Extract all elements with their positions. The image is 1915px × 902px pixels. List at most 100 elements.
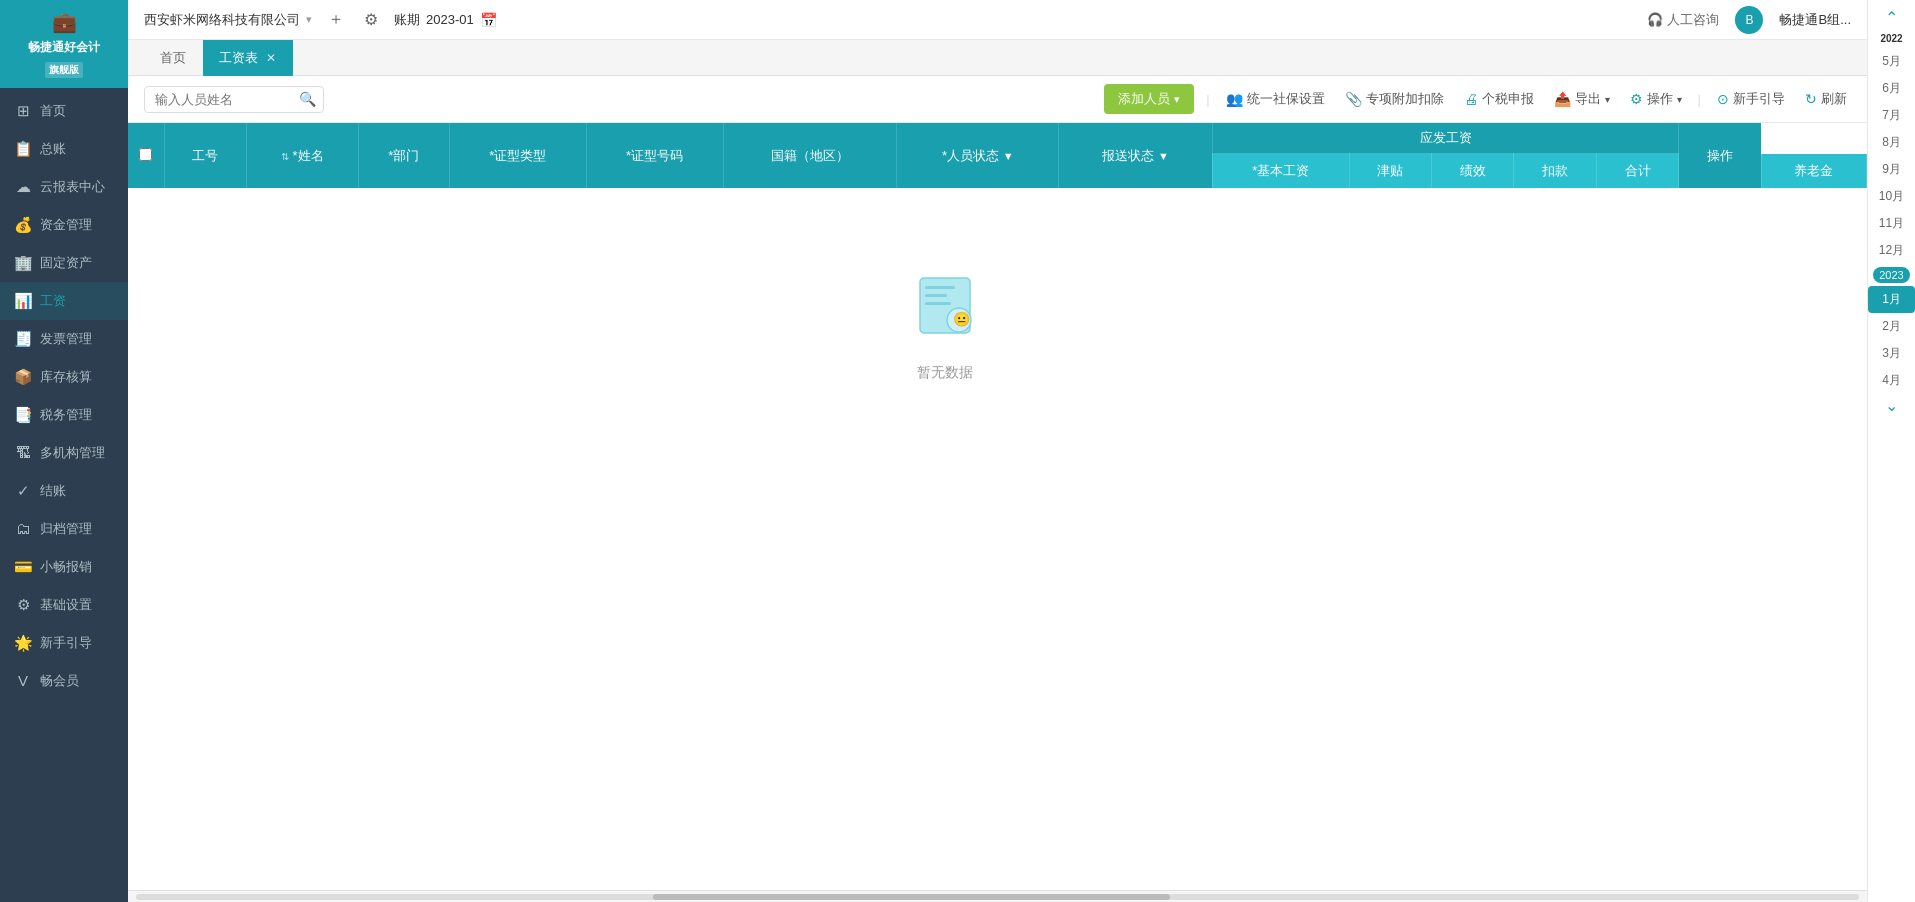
- th-base-salary: *基本工资: [1212, 154, 1349, 189]
- scrollbar-thumb[interactable]: [653, 894, 1170, 900]
- sidebar-item-ledger[interactable]: 📋 总账: [0, 130, 128, 168]
- archive-icon: 🗂: [14, 520, 32, 537]
- service-button[interactable]: 🎧 人工咨询: [1647, 11, 1719, 29]
- scrollbar-track[interactable]: [136, 894, 1859, 900]
- th-operations: 操作: [1679, 123, 1761, 188]
- period-value: 2023-01: [426, 12, 474, 27]
- th-id-no: *证型号码: [586, 123, 723, 188]
- refresh-label: 刷新: [1821, 90, 1847, 108]
- service-label: 人工咨询: [1667, 11, 1719, 29]
- sidebar-item-cloud-report[interactable]: ☁ 云报表中心: [0, 168, 128, 206]
- user-name[interactable]: 畅捷通B组...: [1779, 11, 1851, 29]
- month-2023-02[interactable]: 2月: [1868, 313, 1915, 340]
- export-button[interactable]: 📤 导出 ▾: [1550, 90, 1614, 108]
- month-2022-12[interactable]: 12月: [1868, 237, 1915, 264]
- guide-toolbar-icon: ⊙: [1717, 91, 1729, 107]
- separator-1: |: [1206, 92, 1209, 107]
- sidebar-item-inventory[interactable]: 📦 库存核算: [0, 358, 128, 396]
- special-deduction-label: 专项附加扣除: [1366, 90, 1444, 108]
- export-arrow-icon: ▾: [1605, 94, 1610, 105]
- scroll-up-button[interactable]: ⌃: [1868, 6, 1915, 29]
- company-name: 西安虾米网络科技有限公司: [144, 11, 300, 29]
- settings-button[interactable]: ⚙: [360, 8, 382, 31]
- operations-button[interactable]: ⚙ 操作 ▾: [1626, 90, 1686, 108]
- month-2022-06[interactable]: 6月: [1868, 75, 1915, 102]
- sidebar-item-settings[interactable]: ⚙ 基础设置: [0, 586, 128, 624]
- th-checkbox[interactable]: [128, 123, 164, 188]
- export-label: 导出: [1575, 90, 1601, 108]
- refresh-icon: ↻: [1805, 91, 1817, 107]
- month-2022-09[interactable]: 9月: [1868, 156, 1915, 183]
- sidebar-label-inventory: 库存核算: [40, 368, 92, 386]
- month-2022-10[interactable]: 10月: [1868, 183, 1915, 210]
- company-selector[interactable]: 西安虾米网络科技有限公司 ▾: [144, 11, 312, 29]
- th-name: ⇅ *姓名: [246, 123, 358, 188]
- status-filter-icon[interactable]: ▼: [1003, 150, 1014, 162]
- refresh-button[interactable]: ↻ 刷新: [1801, 90, 1851, 108]
- sidebar-label-archive: 归档管理: [40, 520, 92, 538]
- sidebar-item-fixed-assets[interactable]: 🏢 固定资产: [0, 244, 128, 282]
- tax-report-button[interactable]: 🖨 个税申报: [1460, 90, 1538, 108]
- sidebar-item-member[interactable]: V 畅会员: [0, 662, 128, 700]
- logo-sub: 旗舰版: [45, 62, 83, 78]
- name-sort-icon[interactable]: ⇅: [281, 151, 289, 162]
- month-2023-01[interactable]: 1月: [1868, 286, 1915, 313]
- month-2022-07[interactable]: 7月: [1868, 102, 1915, 129]
- svg-text:😐: 😐: [953, 311, 971, 328]
- month-2023-04[interactable]: 4月: [1868, 367, 1915, 394]
- add-company-button[interactable]: ＋: [324, 7, 348, 32]
- th-country: 国籍（地区）: [723, 123, 897, 188]
- topbar-right: 🎧 人工咨询 B 畅捷通B组...: [1647, 6, 1851, 34]
- sidebar-label-home: 首页: [40, 102, 66, 120]
- add-employee-button[interactable]: 添加人员 ▾: [1104, 84, 1194, 114]
- tax-icon: 📑: [14, 406, 32, 424]
- month-2022-11[interactable]: 11月: [1868, 210, 1915, 237]
- th-performance: 绩效: [1432, 154, 1514, 189]
- sidebar-nav: ⊞ 首页 📋 总账 ☁ 云报表中心 💰 资金管理 🏢 固定资产 📊 工资 🧾 发…: [0, 88, 128, 902]
- main-area: 西安虾米网络科技有限公司 ▾ ＋ ⚙ 账期 2023-01 📅 🎧 人工咨询 B…: [128, 0, 1867, 902]
- special-deduction-button[interactable]: 📎 专项附加扣除: [1341, 90, 1448, 108]
- sidebar-item-home[interactable]: ⊞ 首页: [0, 92, 128, 130]
- bottom-scrollbar[interactable]: [128, 890, 1867, 902]
- sidebar-item-settlement[interactable]: ✓ 结账: [0, 472, 128, 510]
- th-salary-group: 应发工资: [1212, 123, 1678, 154]
- sidebar-item-invoice[interactable]: 🧾 发票管理: [0, 320, 128, 358]
- empty-text: 暂无数据: [917, 364, 973, 382]
- sidebar-item-salary[interactable]: 📊 工资: [0, 282, 128, 320]
- report-status-filter-icon[interactable]: ▼: [1158, 150, 1169, 162]
- expense-icon: 💳: [14, 558, 32, 576]
- date-panel: ⌃ 2022 5月 6月 7月 8月 9月 10月 11月 12月 2023 1…: [1867, 0, 1915, 902]
- sidebar-label-ledger: 总账: [40, 140, 66, 158]
- sidebar-label-expense: 小畅报销: [40, 558, 92, 576]
- sidebar-item-guide[interactable]: 🌟 新手引导: [0, 624, 128, 662]
- search-input[interactable]: [144, 86, 324, 113]
- empty-state: 😐 暂无数据: [128, 188, 1761, 462]
- cloud-icon: ☁: [14, 178, 32, 196]
- settlement-icon: ✓: [14, 482, 32, 500]
- calendar-icon[interactable]: 📅: [480, 12, 497, 28]
- operations-arrow-icon: ▾: [1677, 94, 1682, 105]
- select-all-checkbox[interactable]: [139, 148, 152, 161]
- month-2022-08[interactable]: 8月: [1868, 129, 1915, 156]
- sidebar-item-tax[interactable]: 📑 税务管理: [0, 396, 128, 434]
- inventory-icon: 📦: [14, 368, 32, 386]
- tab-home[interactable]: 首页: [144, 40, 203, 76]
- company-chevron-down-icon: ▾: [306, 13, 312, 26]
- sidebar-item-expense[interactable]: 💳 小畅报销: [0, 548, 128, 586]
- month-2023-03[interactable]: 3月: [1868, 340, 1915, 367]
- separator-2: |: [1698, 92, 1701, 107]
- sidebar-item-multi-org[interactable]: 🏗 多机构管理: [0, 434, 128, 472]
- social-security-button[interactable]: 👥 统一社保设置: [1222, 90, 1329, 108]
- month-2022-05[interactable]: 5月: [1868, 48, 1915, 75]
- search-button[interactable]: 🔍: [299, 91, 316, 107]
- scroll-down-button[interactable]: ⌄: [1868, 394, 1915, 417]
- sidebar-label-cloud: 云报表中心: [40, 178, 105, 196]
- sidebar-item-fund[interactable]: 💰 资金管理: [0, 206, 128, 244]
- guide-button[interactable]: ⊙ 新手引导: [1713, 90, 1789, 108]
- tab-salary-table[interactable]: 工资表 ✕: [203, 40, 293, 76]
- add-dropdown-arrow-icon: ▾: [1174, 93, 1180, 106]
- sidebar-item-archive[interactable]: 🗂 归档管理: [0, 510, 128, 548]
- tab-close-icon[interactable]: ✕: [266, 51, 276, 65]
- settings-icon: ⚙: [14, 596, 32, 614]
- logo-name: 畅捷通好会计: [28, 40, 100, 56]
